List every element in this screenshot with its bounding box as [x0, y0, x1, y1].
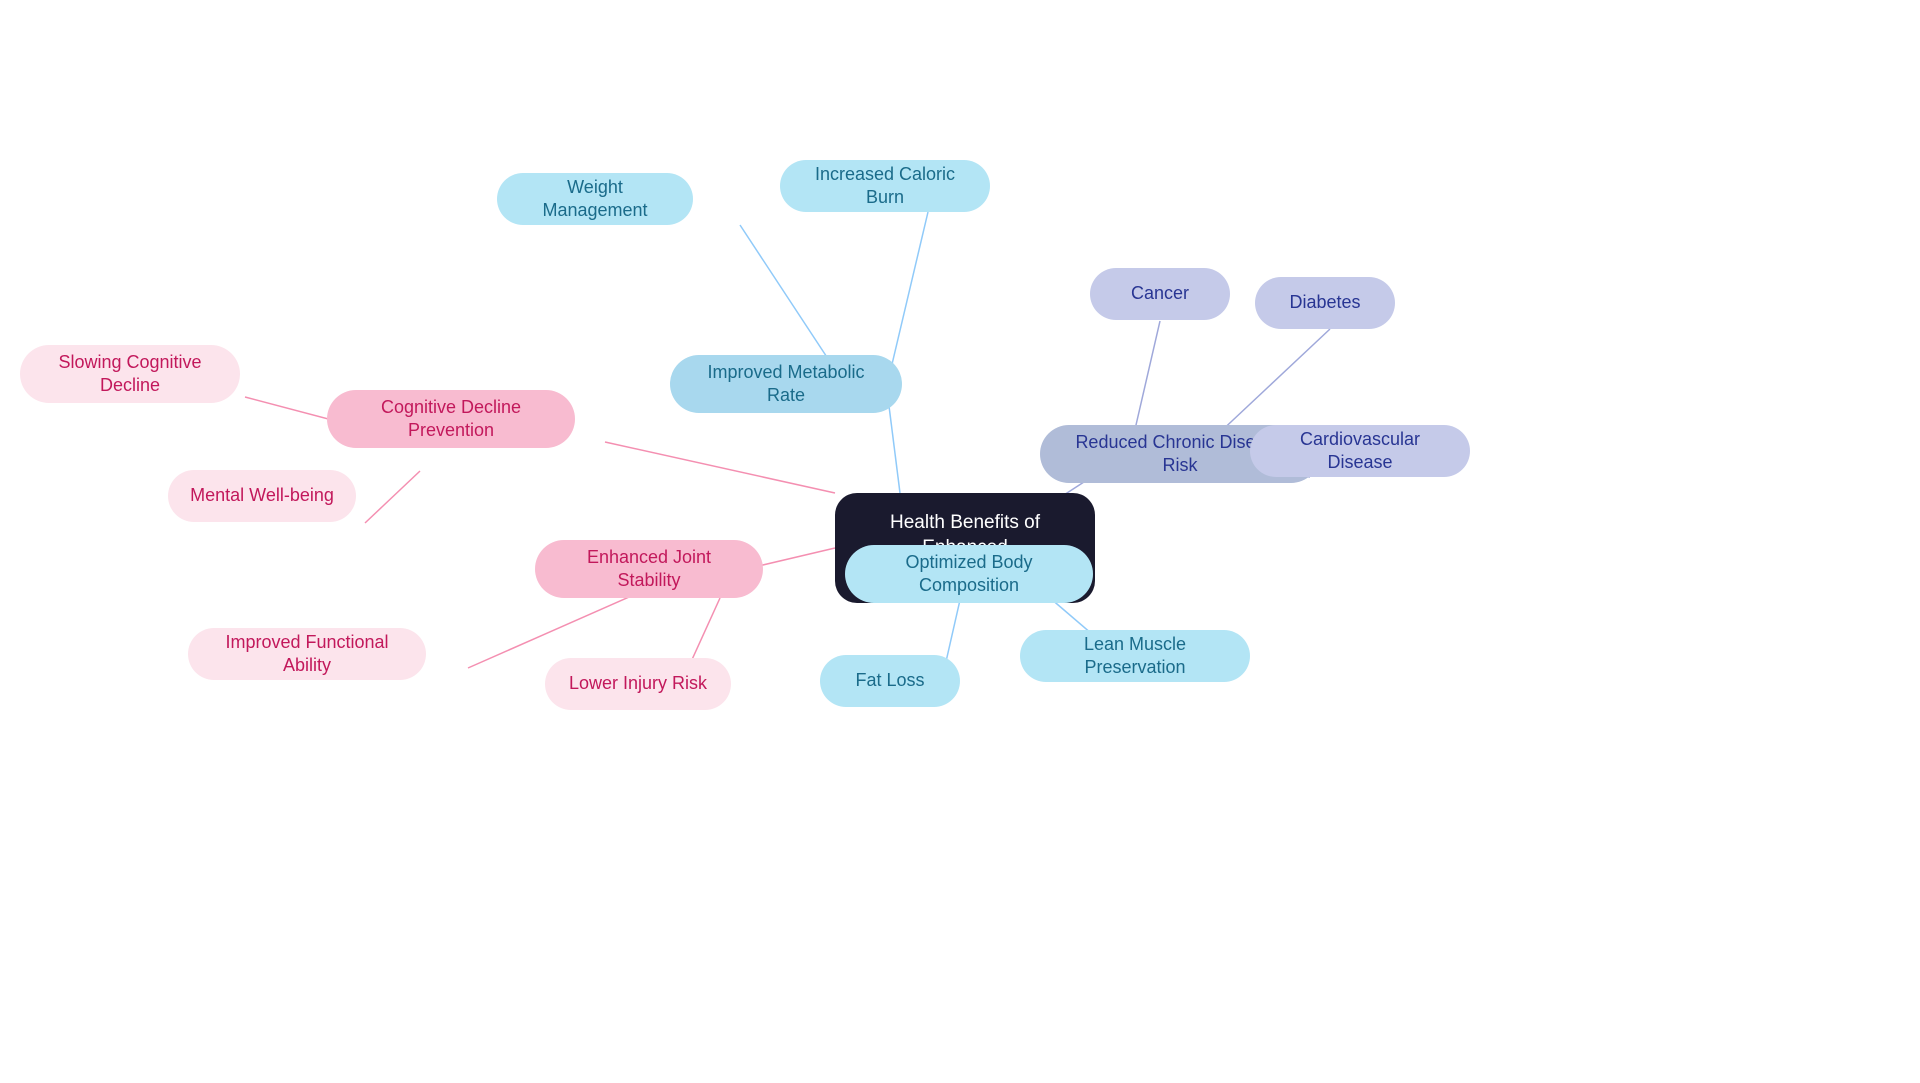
increased-caloric-burn-node: Increased Caloric Burn [780, 160, 990, 212]
cancer-node: Cancer [1090, 268, 1230, 320]
weight-management-node: Weight Management [497, 173, 693, 225]
weight-management-label: Weight Management [517, 176, 673, 223]
cardiovascular-disease-label: Cardiovascular Disease [1270, 428, 1450, 475]
optimized-body-composition-label: Optimized Body Composition [865, 551, 1073, 598]
cardiovascular-disease-node: Cardiovascular Disease [1250, 425, 1470, 477]
increased-caloric-burn-label: Increased Caloric Burn [800, 163, 970, 210]
improved-metabolic-rate-node: Improved Metabolic Rate [670, 355, 902, 413]
fat-loss-node: Fat Loss [820, 655, 960, 707]
enhanced-joint-stability-node: Enhanced Joint Stability [535, 540, 763, 598]
optimized-body-composition-node: Optimized Body Composition [845, 545, 1093, 603]
improved-functional-ability-node: Improved Functional Ability [188, 628, 426, 680]
enhanced-joint-stability-label: Enhanced Joint Stability [555, 546, 743, 593]
improved-functional-ability-label: Improved Functional Ability [208, 631, 406, 678]
mental-wellbeing-node: Mental Well-being [168, 470, 356, 522]
fat-loss-label: Fat Loss [855, 669, 924, 692]
lean-muscle-preservation-node: Lean Muscle Preservation [1020, 630, 1250, 682]
diabetes-node: Diabetes [1255, 277, 1395, 329]
slowing-cognitive-decline-label: Slowing Cognitive Decline [40, 351, 220, 398]
lower-injury-risk-label: Lower Injury Risk [569, 672, 707, 695]
cognitive-decline-prevention-label: Cognitive Decline Prevention [347, 396, 555, 443]
lower-injury-risk-node: Lower Injury Risk [545, 658, 731, 710]
improved-metabolic-rate-label: Improved Metabolic Rate [690, 361, 882, 408]
lean-muscle-preservation-label: Lean Muscle Preservation [1040, 633, 1230, 680]
mental-wellbeing-label: Mental Well-being [190, 484, 334, 507]
cognitive-decline-prevention-node: Cognitive Decline Prevention [327, 390, 575, 448]
slowing-cognitive-decline-node: Slowing Cognitive Decline [20, 345, 240, 403]
diabetes-label: Diabetes [1289, 291, 1360, 314]
cancer-label: Cancer [1131, 282, 1189, 305]
